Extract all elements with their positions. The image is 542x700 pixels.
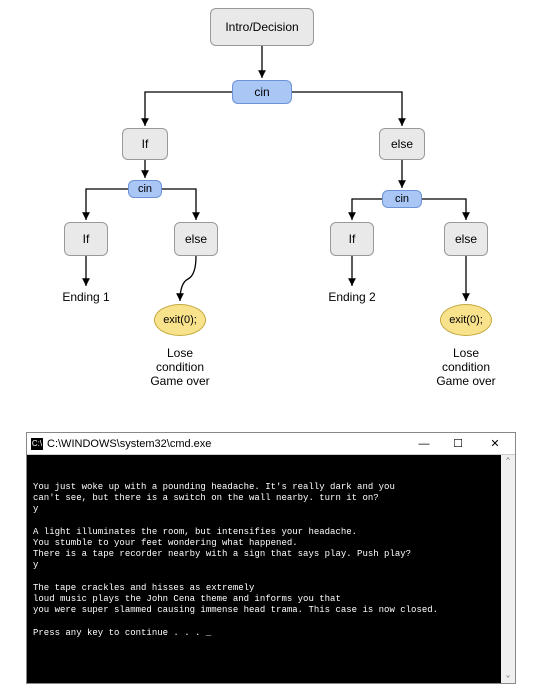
- label-lose-right: Lose condition Game over: [433, 346, 499, 388]
- minimize-icon: —: [419, 438, 430, 450]
- node-exit-right: exit(0);: [440, 304, 492, 336]
- scroll-down-icon[interactable]: ⌄: [501, 669, 515, 683]
- node-label: exit(0);: [449, 314, 483, 326]
- close-icon: ✕: [490, 437, 499, 450]
- node-label: If: [349, 232, 356, 246]
- node-cin-left: cin: [128, 180, 162, 198]
- cmd-icon-text: C:\: [32, 439, 42, 448]
- terminal-body[interactable]: You just woke up with a pounding headach…: [27, 455, 515, 683]
- terminal-scrollbar[interactable]: ⌃ ⌄: [501, 455, 515, 683]
- terminal-window: C:\ C:\WINDOWS\system32\cmd.exe — ☐ ✕ Yo…: [26, 432, 516, 684]
- scroll-up-icon[interactable]: ⌃: [501, 455, 515, 469]
- node-if-right-left: If: [330, 222, 374, 256]
- node-label: cin: [138, 183, 152, 195]
- terminal-text: You just woke up with a pounding headach…: [33, 482, 509, 640]
- close-button[interactable]: ✕: [475, 433, 515, 455]
- node-label: exit(0);: [163, 314, 197, 326]
- node-cin-top: cin: [232, 80, 292, 104]
- node-if-left-left: If: [64, 222, 108, 256]
- label-lose-left: Lose condition Game over: [147, 346, 213, 388]
- node-label: else: [391, 137, 413, 151]
- node-label: cin: [395, 193, 409, 205]
- node-label: If: [83, 232, 90, 246]
- node-exit-left: exit(0);: [154, 304, 206, 336]
- node-cin-right: cin: [382, 190, 422, 208]
- node-label: Intro/Decision: [225, 20, 298, 34]
- node-else-right: else: [379, 128, 425, 160]
- node-intro-decision: Intro/Decision: [210, 8, 314, 46]
- node-label: If: [142, 137, 149, 151]
- node-else-right-right: else: [444, 222, 488, 256]
- label-ending-1: Ending 1: [54, 290, 118, 304]
- terminal-titlebar[interactable]: C:\ C:\WINDOWS\system32\cmd.exe — ☐ ✕: [27, 433, 515, 455]
- flowchart-diagram: Intro/Decision cin If else cin cin If el…: [0, 0, 542, 420]
- minimize-button[interactable]: —: [407, 433, 441, 455]
- label-ending-2: Ending 2: [320, 290, 384, 304]
- maximize-button[interactable]: ☐: [441, 433, 475, 455]
- node-label: else: [455, 232, 477, 246]
- maximize-icon: ☐: [453, 437, 463, 450]
- node-else-left-right: else: [174, 222, 218, 256]
- node-label: cin: [254, 85, 269, 99]
- node-label: else: [185, 232, 207, 246]
- terminal-title: C:\WINDOWS\system32\cmd.exe: [47, 438, 407, 450]
- cmd-icon: C:\: [31, 438, 43, 450]
- node-if-left: If: [122, 128, 168, 160]
